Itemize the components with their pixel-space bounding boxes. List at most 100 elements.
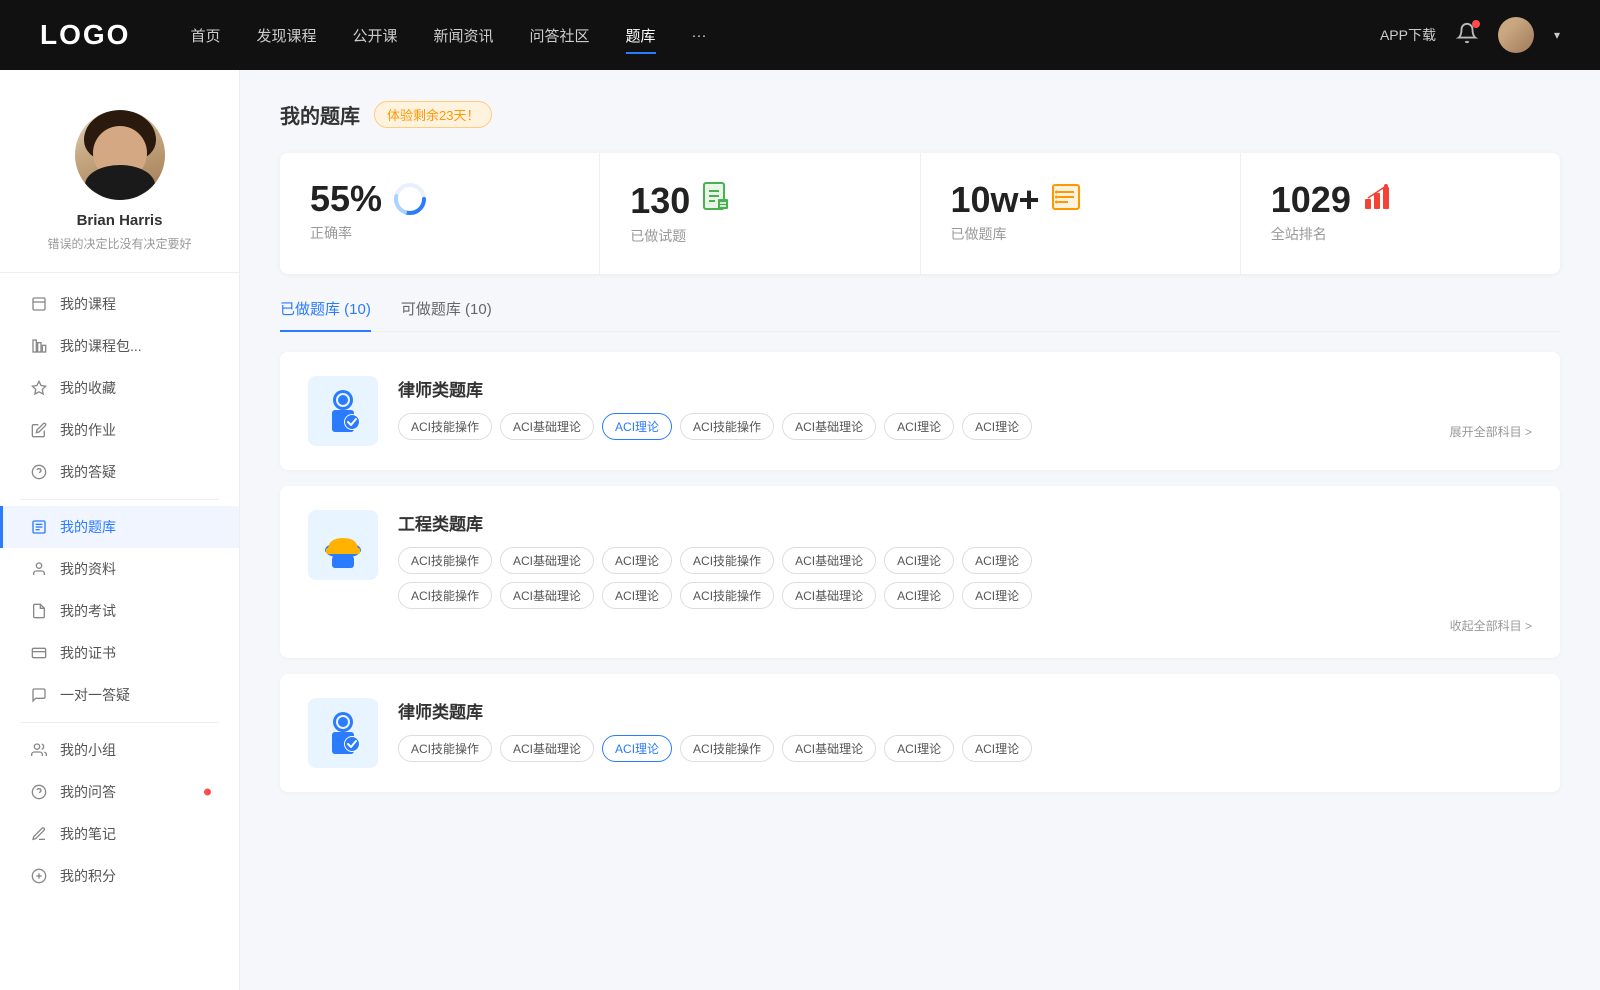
my-course-icon <box>30 295 48 313</box>
tag[interactable]: ACI基础理论 <box>782 582 876 609</box>
sidebar-item-question-bank[interactable]: 我的题库 <box>0 506 239 548</box>
tag[interactable]: ACI技能操作 <box>680 582 774 609</box>
sidebar-item-my-answers[interactable]: 我的答疑 <box>0 451 239 493</box>
tag[interactable]: ACI理论 <box>602 582 672 609</box>
tag[interactable]: ACI理论 <box>962 582 1032 609</box>
doc-green-icon <box>700 181 732 220</box>
stat-banks-label: 已做题库 <box>951 224 1210 244</box>
qbank-lawyer-icon-wrap <box>308 376 378 446</box>
content-header: 我的题库 体验剩余23天！ <box>280 100 1560 129</box>
tag[interactable]: ACI基础理论 <box>782 735 876 762</box>
tag[interactable]: ACI基础理论 <box>500 582 594 609</box>
sidebar-item-my-course[interactable]: 我的课程 <box>0 283 239 325</box>
qbank-card-inner: 工程类题库 ACI技能操作 ACI基础理论 ACI理论 ACI技能操作 ACI基… <box>308 510 1532 634</box>
tag[interactable]: ACI基础理论 <box>782 547 876 574</box>
qa-notification-dot <box>204 789 211 796</box>
sidebar-item-one-on-one[interactable]: 一对一答疑 <box>0 674 239 716</box>
tag[interactable]: ACI基础理论 <box>500 547 594 574</box>
collapse-link[interactable]: 收起全部科目 > <box>398 617 1532 634</box>
qbank-tags-row2: ACI技能操作 ACI基础理论 ACI理论 ACI技能操作 ACI基础理论 AC… <box>398 582 1532 609</box>
tag[interactable]: ACI基础理论 <box>500 735 594 762</box>
sidebar-item-exam[interactable]: 我的考试 <box>0 590 239 632</box>
my-qa-icon <box>30 783 48 801</box>
course-pack-icon <box>30 337 48 355</box>
banks-icon <box>1050 181 1082 213</box>
donut-chart-icon <box>392 181 428 217</box>
header: LOGO 首页 发现课程 公开课 新闻资讯 问答社区 题库 ··· APP下载 … <box>0 0 1600 70</box>
app-download-link[interactable]: APP下载 <box>1380 25 1436 45</box>
tab-todo[interactable]: 可做题库 (10) <box>401 298 492 331</box>
stat-value-row: 130 <box>630 181 889 220</box>
notification-bell[interactable] <box>1456 22 1478 49</box>
tab-done[interactable]: 已做题库 (10) <box>280 298 371 331</box>
sidebar-slogan: 错误的决定比没有决定要好 <box>47 235 191 252</box>
sidebar-item-profile[interactable]: 我的资料 <box>0 548 239 590</box>
nav-question-bank[interactable]: 题库 <box>626 21 656 50</box>
expand-link[interactable]: 展开全部科目 > <box>1450 423 1532 440</box>
tabs-row: 已做题库 (10) 可做题库 (10) <box>280 298 1560 332</box>
sidebar-item-label: 我的答疑 <box>60 462 116 482</box>
sidebar-item-my-qa[interactable]: 我的问答 <box>0 771 239 813</box>
homework-icon <box>30 421 48 439</box>
tag[interactable]: ACI技能操作 <box>398 547 492 574</box>
tag[interactable]: ACI技能操作 <box>680 735 774 762</box>
tag[interactable]: ACI理论 <box>962 547 1032 574</box>
list-orange-icon <box>1050 181 1082 218</box>
user-avatar[interactable] <box>1498 17 1534 53</box>
tag[interactable]: ACI理论 <box>884 547 954 574</box>
qbank-card-lawyer-2: 律师类题库 ACI技能操作 ACI基础理论 ACI理论 ACI技能操作 ACI基… <box>280 674 1560 792</box>
sidebar-item-points[interactable]: 我的积分 <box>0 855 239 897</box>
tag[interactable]: ACI理论 <box>884 582 954 609</box>
sidebar-item-course-pack[interactable]: 我的课程包... <box>0 325 239 367</box>
sidebar-menu: 我的课程 我的课程包... 我的收藏 我的作业 <box>0 283 239 897</box>
sidebar-item-label: 我的收藏 <box>60 378 116 398</box>
nav-news[interactable]: 新闻资讯 <box>434 21 494 50</box>
tag[interactable]: ACI理论 <box>962 735 1032 762</box>
tag-active[interactable]: ACI理论 <box>602 413 672 440</box>
lawyer-icon <box>318 386 368 436</box>
sidebar-item-favorites[interactable]: 我的收藏 <box>0 367 239 409</box>
qbank-name: 工程类题库 <box>398 510 1532 535</box>
exam-icon <box>30 602 48 620</box>
stat-accuracy-label: 正确率 <box>310 223 569 243</box>
stat-accuracy: 55% 正确率 <box>280 153 600 274</box>
qbank-engineer-icon-wrap <box>308 510 378 580</box>
sidebar-item-label: 我的小组 <box>60 740 116 760</box>
tag-active[interactable]: ACI理论 <box>602 735 672 762</box>
tag[interactable]: ACI技能操作 <box>398 735 492 762</box>
bar-red-icon <box>1361 181 1393 218</box>
tag[interactable]: ACI理论 <box>602 547 672 574</box>
stats-row: 55% 正确率 130 <box>280 153 1560 274</box>
tag[interactable]: ACI理论 <box>884 735 954 762</box>
sidebar-item-group[interactable]: 我的小组 <box>0 729 239 771</box>
sidebar-item-label: 我的作业 <box>60 420 116 440</box>
nav-more[interactable]: ··· <box>692 23 707 48</box>
tag[interactable]: ACI理论 <box>962 413 1032 440</box>
nav-discover[interactable]: 发现课程 <box>256 21 316 50</box>
sidebar-profile: Brian Harris 错误的决定比没有决定要好 <box>0 100 239 273</box>
group-icon <box>30 741 48 759</box>
nav-qa[interactable]: 问答社区 <box>530 21 590 50</box>
nav-open-course[interactable]: 公开课 <box>352 21 397 50</box>
qbank-card-inner: 律师类题库 ACI技能操作 ACI基础理论 ACI理论 ACI技能操作 ACI基… <box>308 376 1532 446</box>
qbank-name: 律师类题库 <box>398 376 1532 401</box>
stat-questions-done: 130 已做试题 <box>600 153 920 274</box>
tag[interactable]: ACI技能操作 <box>398 413 492 440</box>
nav-home[interactable]: 首页 <box>190 21 220 50</box>
stat-rank: 1029 全站排名 <box>1241 153 1560 274</box>
user-dropdown-arrow[interactable]: ▾ <box>1554 28 1560 42</box>
stat-questions-label: 已做试题 <box>630 226 889 246</box>
tag[interactable]: ACI基础理论 <box>782 413 876 440</box>
sidebar-item-notes[interactable]: 我的笔记 <box>0 813 239 855</box>
sidebar-item-label: 我的积分 <box>60 866 116 886</box>
sidebar-item-certificate[interactable]: 我的证书 <box>0 632 239 674</box>
tag[interactable]: ACI技能操作 <box>398 582 492 609</box>
tag[interactable]: ACI技能操作 <box>680 547 774 574</box>
tag[interactable]: ACI理论 <box>884 413 954 440</box>
stat-questions-value: 130 <box>630 183 690 219</box>
sidebar-item-label: 我的课程包... <box>60 336 142 356</box>
tag[interactable]: ACI技能操作 <box>680 413 774 440</box>
sidebar: Brian Harris 错误的决定比没有决定要好 我的课程 我的课程包... <box>0 70 240 990</box>
tag[interactable]: ACI基础理论 <box>500 413 594 440</box>
sidebar-item-homework[interactable]: 我的作业 <box>0 409 239 451</box>
